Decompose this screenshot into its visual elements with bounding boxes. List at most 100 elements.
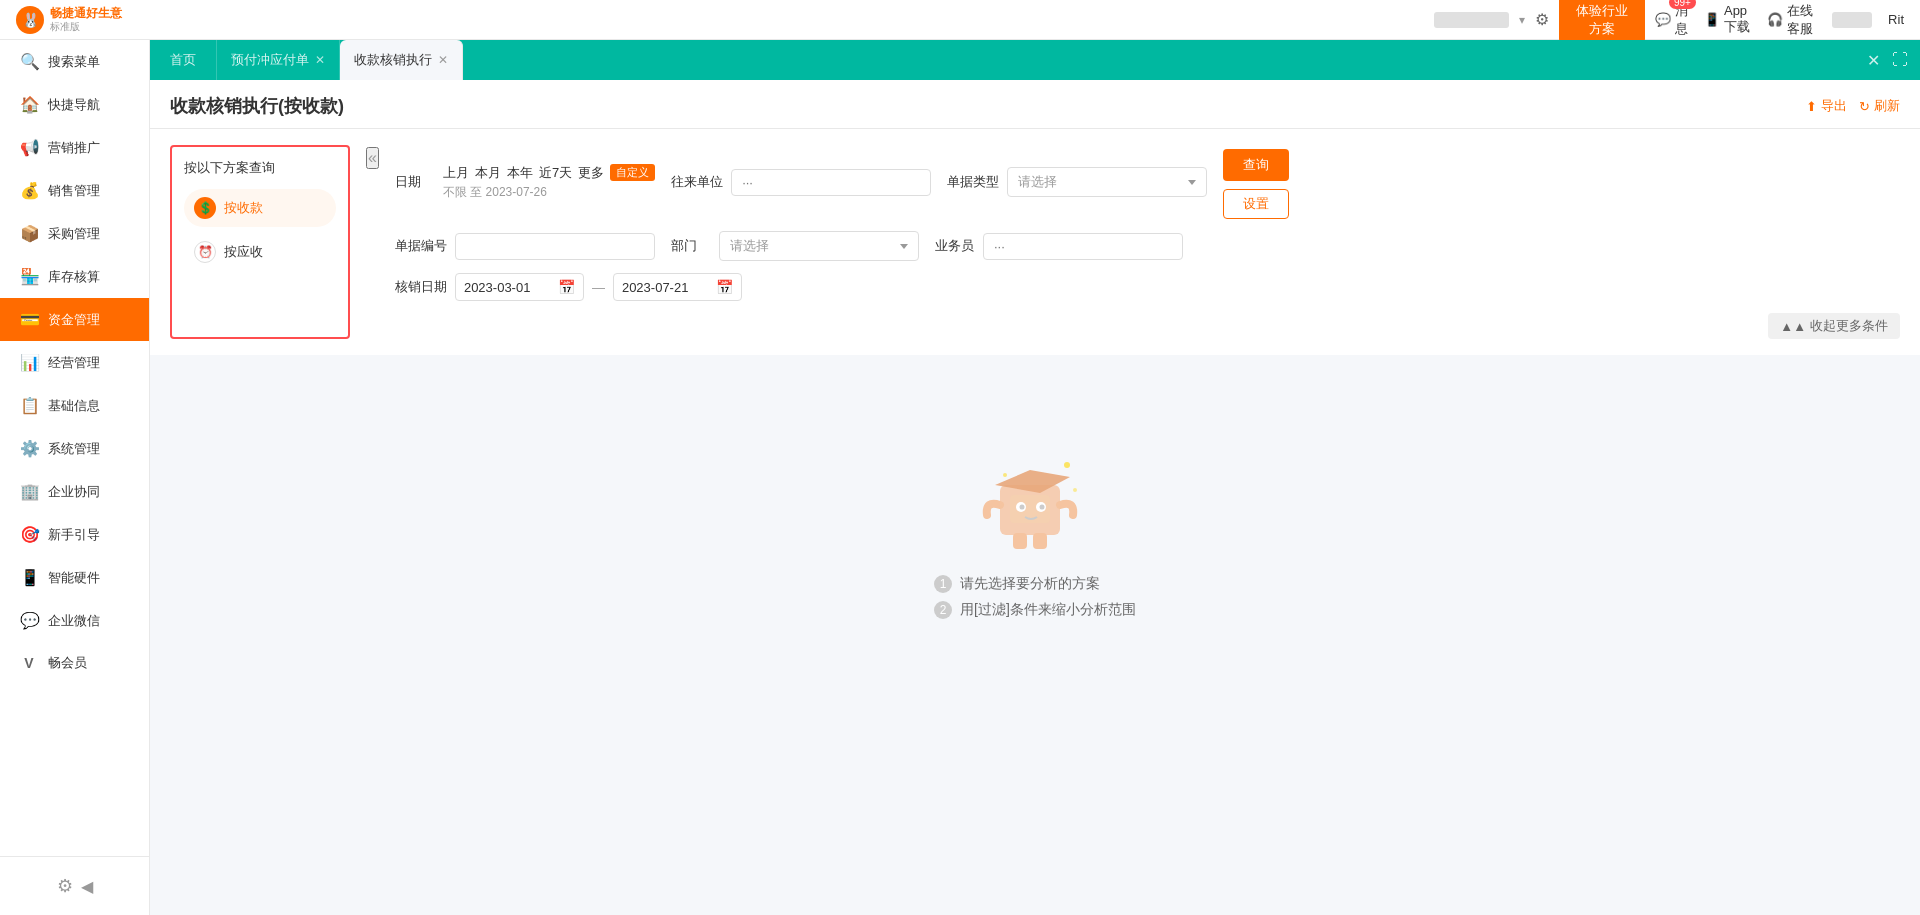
date-custom-badge: 自定义: [610, 164, 655, 181]
phone-icon: 📱: [1704, 12, 1720, 27]
dept-label: 部门: [671, 237, 711, 255]
page-header: 收款核销执行(按收款) ⬆ 导出 ↻ 刷新: [150, 80, 1920, 129]
empty-hint-2: 2 用[过滤]条件来缩小分析范围: [934, 601, 1136, 619]
sidebar-item-vip[interactable]: V 畅会员: [0, 642, 149, 684]
date-link-more[interactable]: 更多: [578, 164, 604, 182]
filter-option-by-receivable-label: 按应收: [224, 243, 263, 261]
filter-left-panel: 按以下方案查询 💲 按收款 ⏰ 按应收: [170, 145, 350, 339]
sidebar-item-purchase[interactable]: 📦 采购管理: [0, 212, 149, 255]
logo-icon: 🐰: [16, 6, 44, 34]
sidebar-item-finance[interactable]: 💳 资金管理: [0, 298, 149, 341]
tab-header-right: ✕ ⛶: [1863, 47, 1920, 74]
date-link-this-month[interactable]: 本月: [475, 164, 501, 182]
logo-brand: 🐰 畅捷通好生意 标准版: [16, 6, 1424, 34]
writeoff-date-start[interactable]: [464, 280, 554, 295]
filter-row-3: 核销日期 📅 — 📅: [395, 273, 1900, 301]
sidebar-item-inventory[interactable]: 🏪 库存核算: [0, 255, 149, 298]
sidebar-label-inventory: 库存核算: [48, 268, 100, 286]
query-button[interactable]: 查询: [1223, 149, 1289, 181]
online-service-button[interactable]: 🎧 在线客服: [1767, 2, 1816, 38]
message-button[interactable]: 💬 消息 99+: [1655, 2, 1688, 38]
calendar-end-icon: 📅: [716, 279, 733, 295]
settings-icon: ⚙️: [20, 439, 38, 458]
writeoff-date-end-wrapper: 📅: [613, 273, 742, 301]
filter-collapse-button[interactable]: «: [366, 147, 379, 169]
date-label: 日期: [395, 173, 435, 191]
filter-group-counterparty: 往来单位: [671, 169, 931, 196]
page-content: 收款核销执行(按收款) ⬆ 导出 ↻ 刷新 按以下方案查询: [150, 80, 1920, 915]
chevron-up-icon: ▲▲: [1780, 319, 1806, 334]
sidebar-item-quick-nav[interactable]: 🏠 快捷导航: [0, 83, 149, 126]
chart-icon: 📊: [20, 353, 38, 372]
hint-text-2: 用[过滤]条件来缩小分析范围: [960, 601, 1136, 619]
app-download-button[interactable]: 📱 App下载: [1704, 3, 1751, 36]
date-link-this-year[interactable]: 本年: [507, 164, 533, 182]
svg-rect-7: [1033, 533, 1047, 549]
counterparty-label: 往来单位: [671, 173, 723, 191]
sidebar-item-system[interactable]: ⚙️ 系统管理: [0, 427, 149, 470]
sidebar-label-quick-nav: 快捷导航: [48, 96, 100, 114]
export-button[interactable]: ⬆ 导出: [1806, 97, 1847, 115]
tab-receive-offset-close[interactable]: ✕: [438, 53, 448, 67]
sidebar-label-enterprise: 企业协同: [48, 483, 100, 501]
counterparty-input[interactable]: [731, 169, 931, 196]
tab-close-button[interactable]: ✕: [1863, 47, 1884, 74]
svg-point-5: [1040, 505, 1045, 510]
sidebar-label-basic-info: 基础信息: [48, 397, 100, 415]
tab-prepay-close[interactable]: ✕: [315, 53, 325, 67]
filter-option-by-receivable[interactable]: ⏰ 按应收: [184, 233, 336, 271]
gear-icon[interactable]: ⚙: [1535, 10, 1549, 29]
tab-home-label: 首页: [170, 51, 196, 69]
tab-home[interactable]: 首页: [150, 40, 217, 80]
doctype-label: 单据类型: [947, 173, 999, 191]
bottom-collapse-icon[interactable]: ◀: [81, 877, 93, 896]
sidebar-bottom-settings[interactable]: ⚙ ◀: [0, 865, 149, 907]
industry-solution-button[interactable]: 体验行业方案: [1559, 0, 1645, 43]
empty-hints: 1 请先选择要分析的方案 2 用[过滤]条件来缩小分析范围: [934, 575, 1136, 619]
sidebar-item-marketing[interactable]: 📢 营销推广: [0, 126, 149, 169]
sidebar-item-wechat[interactable]: 💬 企业微信: [0, 599, 149, 642]
collapse-more-button[interactable]: ▲▲ 收起更多条件: [1768, 313, 1900, 339]
dept-select[interactable]: 请选择: [719, 231, 919, 261]
tab-prepay-label: 预付冲应付单: [231, 51, 309, 69]
filter-group-staff: 业务员: [935, 233, 1183, 260]
doctype-select[interactable]: 请选择: [1007, 167, 1207, 197]
tab-prepay[interactable]: 预付冲应付单 ✕: [217, 40, 340, 80]
message-badge: 99+: [1669, 0, 1696, 9]
query-btn-group: 查询 设置: [1223, 145, 1289, 219]
settings-button[interactable]: 设置: [1223, 189, 1289, 219]
filter-form: 日期 上月 本月 本年 近7天 更多 自定义 不限 至: [395, 145, 1900, 339]
sidebar-label-vip: 畅会员: [48, 654, 87, 672]
svg-point-8: [1064, 462, 1070, 468]
sidebar-bottom: ⚙ ◀: [0, 856, 149, 915]
filter-panel-title: 按以下方案查询: [184, 159, 336, 177]
sidebar-label-finance: 资金管理: [48, 311, 100, 329]
empty-illustration: [975, 435, 1095, 555]
date-link-7days[interactable]: 近7天: [539, 164, 572, 182]
filter-option-by-receipt[interactable]: 💲 按收款: [184, 189, 336, 227]
account-arrow[interactable]: ▾: [1519, 13, 1525, 27]
target-icon: 🎯: [20, 525, 38, 544]
svg-point-10: [1073, 488, 1077, 492]
sidebar-item-basic-info[interactable]: 📋 基础信息: [0, 384, 149, 427]
wechat-icon: 💬: [20, 611, 38, 630]
card-icon: 💳: [20, 310, 38, 329]
sidebar-label-purchase: 采购管理: [48, 225, 100, 243]
refresh-button[interactable]: ↻ 刷新: [1859, 97, 1900, 115]
sidebar-item-guide[interactable]: 🎯 新手引导: [0, 513, 149, 556]
calendar-start-icon: 📅: [558, 279, 575, 295]
sidebar-item-hardware[interactable]: 📱 智能硬件: [0, 556, 149, 599]
svg-rect-6: [1013, 533, 1027, 549]
sidebar-item-operation[interactable]: 📊 经营管理: [0, 341, 149, 384]
sidebar-item-enterprise[interactable]: 🏢 企业协同: [0, 470, 149, 513]
tab-receive-offset[interactable]: 收款核销执行 ✕: [340, 40, 463, 80]
docno-input[interactable]: [455, 233, 655, 260]
sidebar-item-sales[interactable]: 💰 销售管理: [0, 169, 149, 212]
staff-input[interactable]: [983, 233, 1183, 260]
writeoff-date-end[interactable]: [622, 280, 712, 295]
date-link-last-month[interactable]: 上月: [443, 164, 469, 182]
sidebar-label-operation: 经营管理: [48, 354, 100, 372]
tab-expand-button[interactable]: ⛶: [1888, 47, 1912, 73]
sidebar-item-search[interactable]: 🔍 搜索菜单: [0, 40, 149, 83]
service-icon: 🎧: [1767, 12, 1783, 27]
